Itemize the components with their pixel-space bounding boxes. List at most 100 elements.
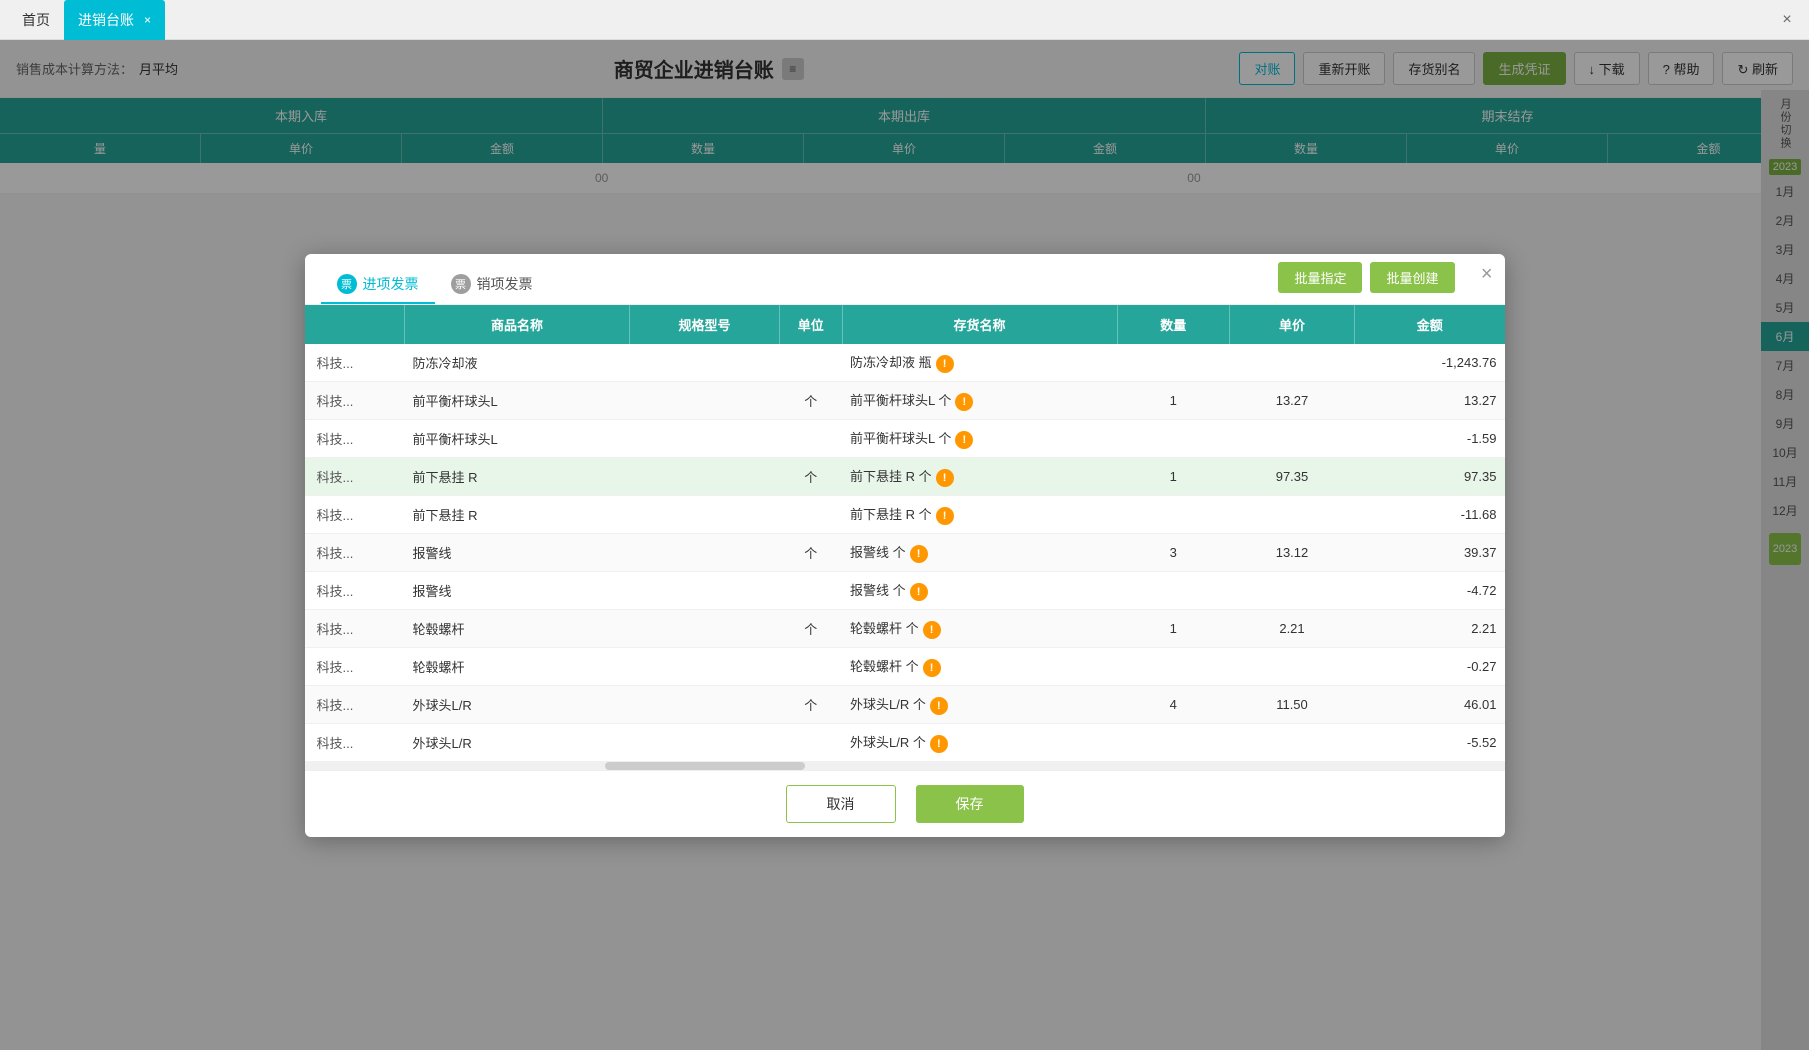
cell-inventory: 报警线 个!: [842, 571, 1117, 609]
cell-unit-price: [1230, 647, 1355, 685]
col-unit: 单位: [780, 305, 843, 344]
table-row[interactable]: 科技... 外球头L/R 个 外球头L/R 个! 4 11.50 46.01: [305, 685, 1505, 723]
table-row[interactable]: 科技... 前下悬挂 R 个 前下悬挂 R 个! 1 97.35 97.35: [305, 457, 1505, 495]
modal-table-wrapper[interactable]: 商品名称 规格型号 单位 存货名称 数量 单价 金额 科技... 防冻冷却液 防…: [305, 305, 1505, 762]
cell-spec: [630, 457, 780, 495]
cell-spec: [630, 571, 780, 609]
cell-amount: -1,243.76: [1355, 344, 1505, 382]
cell-company: 科技...: [305, 571, 405, 609]
table-row[interactable]: 科技... 防冻冷却液 防冻冷却液 瓶! -1,243.76: [305, 344, 1505, 382]
cell-company: 科技...: [305, 344, 405, 382]
incoming-invoice-icon: 票: [337, 274, 357, 294]
modal-footer: 取消 保存: [305, 770, 1505, 837]
cell-unit: [780, 419, 843, 457]
cell-inventory: 前下悬挂 R 个!: [842, 457, 1117, 495]
cell-unit: [780, 344, 843, 382]
cell-product-name: 报警线: [405, 533, 630, 571]
cell-company: 科技...: [305, 533, 405, 571]
home-tab[interactable]: 首页: [8, 0, 64, 40]
cell-product-name: 报警线: [405, 571, 630, 609]
cell-amount: 13.27: [1355, 381, 1505, 419]
cancel-button[interactable]: 取消: [786, 785, 896, 823]
table-row[interactable]: 科技... 前平衡杆球头L 个 前平衡杆球头L 个! 1 13.27 13.27: [305, 381, 1505, 419]
main-content: 销售成本计算方法： 月平均 商贸企业进销台账 ≡ 对账 重新开账 存货别名 生成…: [0, 40, 1809, 1050]
cell-quantity: 3: [1117, 533, 1230, 571]
cell-unit: [780, 495, 843, 533]
cell-unit-price: [1230, 419, 1355, 457]
cell-unit-price: 11.50: [1230, 685, 1355, 723]
cell-quantity: [1117, 647, 1230, 685]
cell-inventory: 报警线 个!: [842, 533, 1117, 571]
cell-quantity: [1117, 495, 1230, 533]
cell-spec: [630, 419, 780, 457]
col-company: [305, 305, 405, 344]
warn-icon[interactable]: !: [910, 545, 928, 563]
cell-unit: 个: [780, 381, 843, 419]
warn-icon[interactable]: !: [955, 431, 973, 449]
window-close-button[interactable]: ×: [1775, 8, 1799, 32]
active-tab[interactable]: 进销台账 ×: [64, 0, 165, 40]
modal-scrollbar[interactable]: [305, 762, 1505, 770]
cell-company: 科技...: [305, 495, 405, 533]
table-row[interactable]: 科技... 报警线 报警线 个! -4.72: [305, 571, 1505, 609]
warn-icon[interactable]: !: [910, 583, 928, 601]
cell-product-name: 外球头L/R: [405, 685, 630, 723]
cell-spec: [630, 495, 780, 533]
cell-quantity: [1117, 571, 1230, 609]
cell-amount: -4.72: [1355, 571, 1505, 609]
cell-unit-price: [1230, 344, 1355, 382]
cell-unit: 个: [780, 533, 843, 571]
cell-amount: -0.27: [1355, 647, 1505, 685]
cell-spec: [630, 381, 780, 419]
cell-unit-price: 2.21: [1230, 609, 1355, 647]
cell-company: 科技...: [305, 609, 405, 647]
cell-product-name: 轮毂螺杆: [405, 609, 630, 647]
cell-quantity: 1: [1117, 609, 1230, 647]
warn-icon[interactable]: !: [923, 621, 941, 639]
tab-incoming-invoice[interactable]: 票 进项发票: [321, 266, 435, 304]
table-row[interactable]: 科技... 轮毂螺杆 个 轮毂螺杆 个! 1 2.21 2.21: [305, 609, 1505, 647]
cell-unit-price: 13.27: [1230, 381, 1355, 419]
tab-outgoing-invoice[interactable]: 票 销项发票: [435, 266, 549, 304]
cell-amount: 2.21: [1355, 609, 1505, 647]
batch-assign-button[interactable]: 批量指定: [1278, 262, 1362, 293]
cell-unit: 个: [780, 685, 843, 723]
batch-create-button[interactable]: 批量创建: [1370, 262, 1454, 293]
table-row[interactable]: 科技... 轮毂螺杆 轮毂螺杆 个! -0.27: [305, 647, 1505, 685]
modal-close-button[interactable]: ×: [1481, 264, 1493, 284]
cell-unit-price: [1230, 723, 1355, 761]
col-amount: 金额: [1355, 305, 1505, 344]
table-row[interactable]: 科技... 外球头L/R 外球头L/R 个! -5.52: [305, 723, 1505, 761]
warn-icon[interactable]: !: [930, 697, 948, 715]
cell-quantity: [1117, 723, 1230, 761]
cell-product-name: 前下悬挂 R: [405, 495, 630, 533]
close-tab-icon[interactable]: ×: [144, 0, 151, 40]
cell-spec: [630, 723, 780, 761]
outgoing-invoice-icon: 票: [451, 274, 471, 294]
cell-product-name: 前平衡杆球头L: [405, 419, 630, 457]
cell-spec: [630, 344, 780, 382]
warn-icon[interactable]: !: [955, 393, 973, 411]
cell-unit: [780, 571, 843, 609]
cell-amount: -5.52: [1355, 723, 1505, 761]
cell-company: 科技...: [305, 647, 405, 685]
cell-quantity: 1: [1117, 381, 1230, 419]
cell-inventory: 前平衡杆球头L 个!: [842, 419, 1117, 457]
warn-icon[interactable]: !: [923, 659, 941, 677]
cell-amount: 97.35: [1355, 457, 1505, 495]
modal-scrollbar-thumb[interactable]: [605, 762, 805, 770]
table-row[interactable]: 科技... 前平衡杆球头L 前平衡杆球头L 个! -1.59: [305, 419, 1505, 457]
cell-quantity: 1: [1117, 457, 1230, 495]
col-inventory: 存货名称: [842, 305, 1117, 344]
cell-unit: [780, 723, 843, 761]
cell-spec: [630, 647, 780, 685]
warn-icon[interactable]: !: [936, 469, 954, 487]
warn-icon[interactable]: !: [936, 507, 954, 525]
table-row[interactable]: 科技... 前下悬挂 R 前下悬挂 R 个! -11.68: [305, 495, 1505, 533]
table-row[interactable]: 科技... 报警线 个 报警线 个! 3 13.12 39.37: [305, 533, 1505, 571]
warn-icon[interactable]: !: [936, 355, 954, 373]
modal-header: 票 进项发票 票 销项发票 批量指定 批量创建 ×: [305, 254, 1505, 305]
save-button[interactable]: 保存: [916, 785, 1024, 823]
warn-icon[interactable]: !: [930, 735, 948, 753]
cell-quantity: [1117, 419, 1230, 457]
